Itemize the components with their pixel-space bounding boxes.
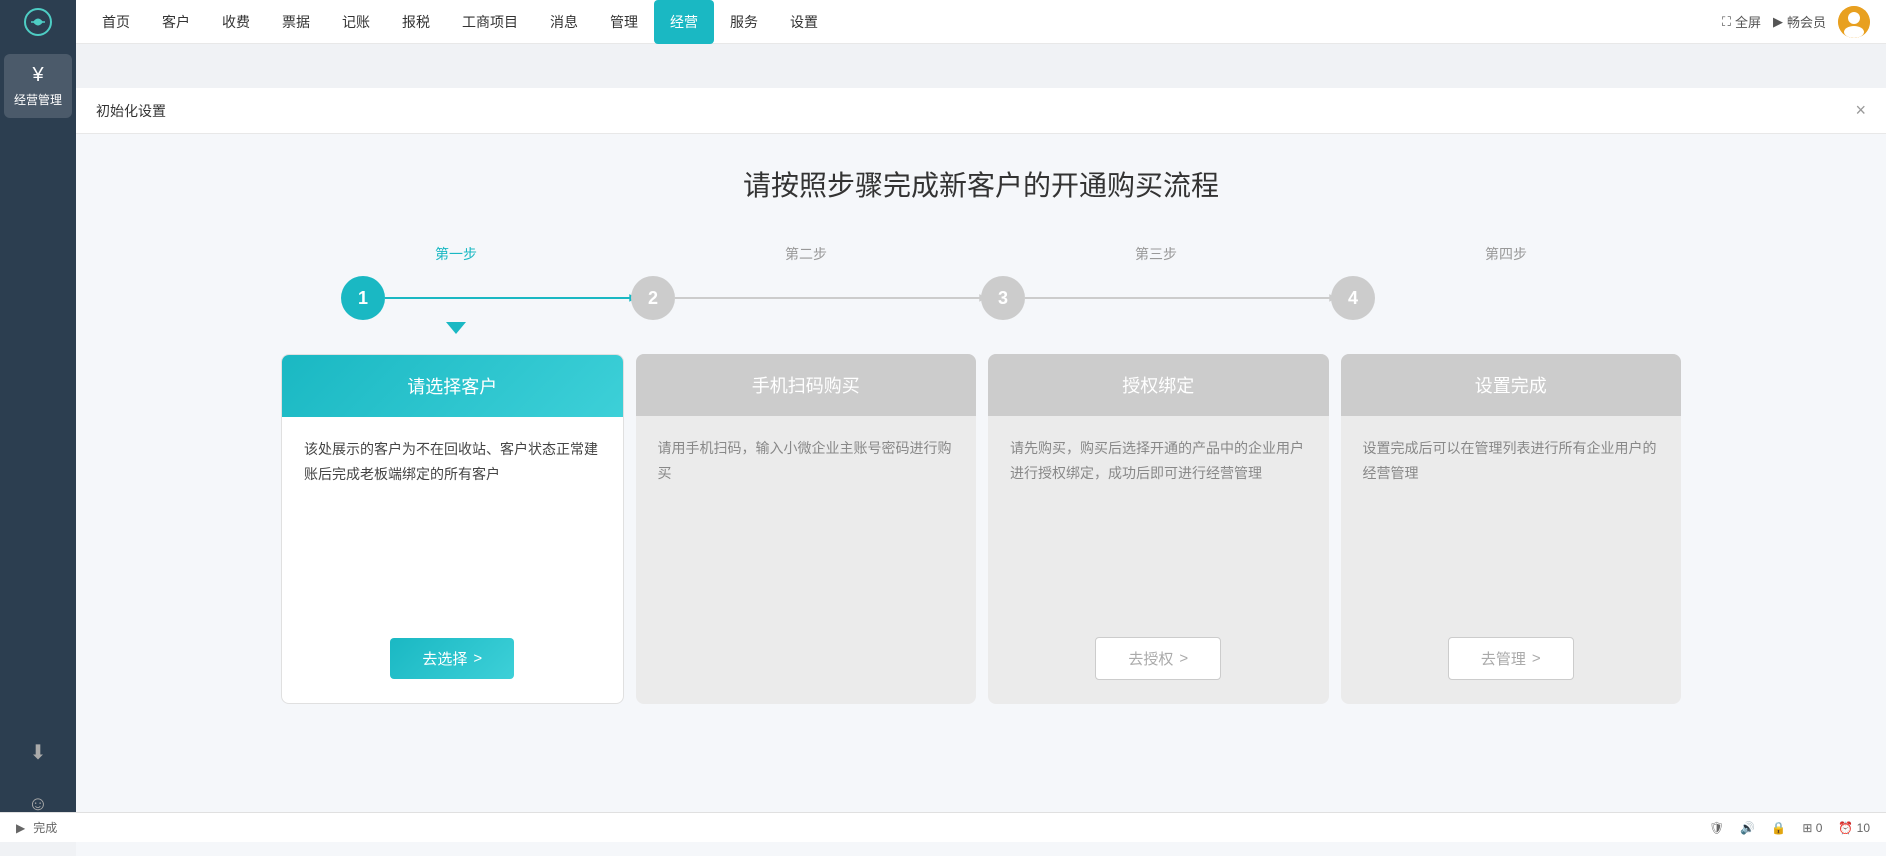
nav-items: 首页 客户 收费 票据 记账 报税 工商项目 消息 管理 经营 服务 设置 bbox=[86, 0, 1722, 43]
step-4-btn-arrow: > bbox=[1532, 650, 1541, 667]
step-2-label: 第二步 bbox=[785, 244, 827, 264]
card-3-header: 授权绑定 bbox=[988, 354, 1329, 416]
status-time: ⏰ 10 bbox=[1838, 821, 1870, 835]
step-4-wrapper: 第四步 4 bbox=[1331, 244, 1681, 334]
nav-service[interactable]: 服务 bbox=[714, 0, 774, 44]
status-shield: 🛡 bbox=[1709, 821, 1724, 835]
vip-label: 畅会员 bbox=[1787, 12, 1826, 31]
step-card-4: 设置完成 设置完成后可以在管理列表进行所有企业用户的经营管理 去管理 > bbox=[1341, 354, 1682, 704]
step-card-3: 授权绑定 请先购买，购买后选择开通的产品中的企业用户进行授权绑定，成功后即可进行… bbox=[988, 354, 1329, 704]
step-4-btn-label: 去管理 bbox=[1481, 648, 1526, 669]
status-lock: 🔒 bbox=[1771, 821, 1786, 835]
cards-row: 请选择客户 该处展示的客户为不在回收站、客户状态正常建账后完成老板端绑定的所有客… bbox=[281, 354, 1681, 704]
close-button[interactable]: × bbox=[1855, 100, 1866, 121]
step-3-arrow bbox=[1025, 297, 1331, 299]
nav-operation[interactable]: 经营 bbox=[654, 0, 714, 44]
nav-message[interactable]: 消息 bbox=[534, 0, 594, 44]
step-2-arrow bbox=[675, 297, 981, 299]
nav-manage[interactable]: 管理 bbox=[594, 0, 654, 44]
steps-container: 第一步 1 第二步 2 第三步 bbox=[281, 244, 1681, 334]
nav-customer[interactable]: 客户 bbox=[146, 0, 206, 44]
content-area: 请按照步骤完成新客户的开通购买流程 第一步 1 第二步 2 bbox=[76, 134, 1886, 856]
step-3-btn-arrow: > bbox=[1179, 650, 1188, 667]
step-1-btn-arrow: > bbox=[473, 650, 482, 667]
card-2-footer bbox=[636, 664, 977, 704]
logo[interactable] bbox=[0, 0, 76, 44]
card-4-body: 设置完成后可以在管理列表进行所有企业用户的经营管理 bbox=[1341, 416, 1682, 621]
card-4-footer: 去管理 > bbox=[1341, 621, 1682, 704]
nav-home[interactable]: 首页 bbox=[86, 0, 146, 44]
fullscreen-label: 全屏 bbox=[1735, 12, 1761, 31]
nav-right: ⛶ 全屏 ▶ 畅会员 bbox=[1722, 6, 1870, 38]
operation-icon: ¥ bbox=[32, 64, 43, 87]
fullscreen-icon: ⛶ bbox=[1722, 14, 1731, 30]
card-4-header: 设置完成 bbox=[1341, 354, 1682, 416]
step-card-2: 手机扫码购买 请用手机扫码，输入小微企业主账号密码进行购买 bbox=[636, 354, 977, 704]
nav-tax[interactable]: 报税 bbox=[386, 0, 446, 44]
step-3-button: 去授权 > bbox=[1095, 637, 1221, 680]
step-3-btn-label: 去授权 bbox=[1128, 648, 1173, 669]
nav-setting[interactable]: 设置 bbox=[774, 0, 834, 44]
card-2-body: 请用手机扫码，输入小微企业主账号密码进行购买 bbox=[636, 416, 977, 664]
step-1-indicator bbox=[446, 322, 466, 334]
card-3-footer: 去授权 > bbox=[988, 621, 1329, 704]
card-2-header: 手机扫码购买 bbox=[636, 354, 977, 416]
sidebar-download[interactable]: ⬇ bbox=[16, 730, 60, 774]
step-2-circle: 2 bbox=[631, 276, 675, 320]
vip-btn[interactable]: ▶ 畅会员 bbox=[1773, 12, 1826, 31]
nav-bill[interactable]: 票据 bbox=[266, 0, 326, 44]
page-header: 初始化设置 × bbox=[76, 88, 1886, 134]
step-1-wrapper: 第一步 1 bbox=[281, 244, 631, 334]
main-title: 请按照步骤完成新客户的开通购买流程 bbox=[743, 164, 1219, 204]
card-1-header: 请选择客户 bbox=[282, 355, 623, 417]
download-icon: ⬇ bbox=[30, 740, 47, 765]
card-1-body: 该处展示的客户为不在回收站、客户状态正常建账后完成老板端绑定的所有客户 bbox=[282, 417, 623, 622]
top-nav: 首页 客户 收费 票据 记账 报税 工商项目 消息 管理 经营 服务 设置 ⛶ … bbox=[0, 0, 1886, 44]
nav-account[interactable]: 记账 bbox=[326, 0, 386, 44]
fullscreen-btn[interactable]: ⛶ 全屏 bbox=[1722, 12, 1761, 31]
step-3-circle: 3 bbox=[981, 276, 1025, 320]
sidebar-item-label: 经营管理 bbox=[14, 91, 62, 108]
nav-fee[interactable]: 收费 bbox=[206, 0, 266, 44]
step-4-label: 第四步 bbox=[1485, 244, 1527, 264]
step-1-btn-label: 去选择 bbox=[422, 648, 467, 669]
sidebar-item-operation[interactable]: ¥ 经营管理 bbox=[4, 54, 72, 118]
step-4-button: 去管理 > bbox=[1448, 637, 1574, 680]
play-icon: ▶ bbox=[16, 821, 25, 835]
step-1-arrow bbox=[385, 297, 631, 299]
step-1-circle: 1 bbox=[341, 276, 385, 320]
card-3-body: 请先购买，购买后选择开通的产品中的企业用户进行授权绑定，成功后即可进行经营管理 bbox=[988, 416, 1329, 621]
status-text: 完成 bbox=[33, 819, 57, 836]
step-1-label: 第一步 bbox=[435, 244, 477, 264]
status-volume: 🔊 bbox=[1740, 821, 1755, 835]
step-4-circle: 4 bbox=[1331, 276, 1375, 320]
vip-icon: ▶ bbox=[1773, 14, 1783, 30]
main-area: 初始化设置 × 请按照步骤完成新客户的开通购买流程 第一步 1 第二步 2 bbox=[76, 88, 1886, 856]
page-title: 初始化设置 bbox=[96, 101, 166, 121]
nav-business[interactable]: 工商项目 bbox=[446, 0, 534, 44]
step-3-label: 第三步 bbox=[1135, 244, 1177, 264]
status-bar-right: 🛡 🔊 🔒 ⊞ 0 ⏰ 10 bbox=[1709, 821, 1870, 835]
card-1-footer: 去选择 > bbox=[282, 622, 623, 703]
step-1-button[interactable]: 去选择 > bbox=[390, 638, 514, 679]
sidebar: ¥ 经营管理 ⬇ ☺ bbox=[0, 44, 76, 842]
status-grid: ⊞ 0 bbox=[1802, 821, 1822, 835]
avatar[interactable] bbox=[1838, 6, 1870, 38]
step-3-wrapper: 第三步 3 bbox=[981, 244, 1331, 334]
status-bar: ▶ 完成 🛡 🔊 🔒 ⊞ 0 ⏰ 10 bbox=[0, 812, 1886, 842]
step-2-wrapper: 第二步 2 bbox=[631, 244, 981, 334]
step-card-1: 请选择客户 该处展示的客户为不在回收站、客户状态正常建账后完成老板端绑定的所有客… bbox=[281, 354, 624, 704]
